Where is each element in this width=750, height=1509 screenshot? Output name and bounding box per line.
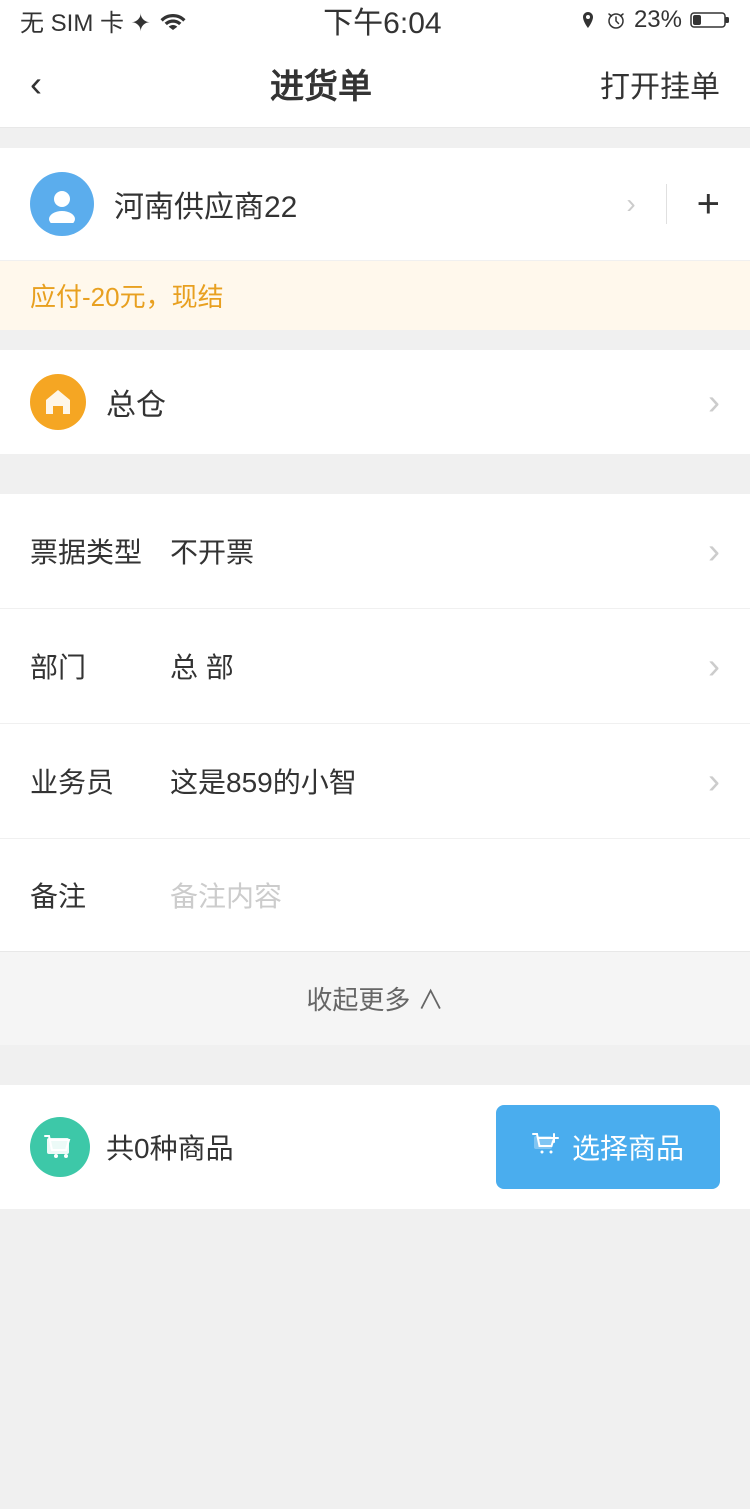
- notice-text: 应付-20元，现结: [30, 282, 224, 312]
- add-button[interactable]: +: [697, 182, 720, 227]
- signal-text: 无 SIM 卡 ✦: [20, 3, 151, 38]
- battery-text: 23%: [634, 6, 682, 34]
- department-chevron-icon: [708, 645, 720, 687]
- salesperson-value: 这是859的小智: [170, 761, 708, 801]
- open-pending-button[interactable]: 打开挂单: [600, 62, 720, 106]
- section-gap-2: [0, 330, 750, 350]
- warehouse-chevron-icon: [708, 381, 720, 423]
- cart-icon: [43, 1130, 77, 1164]
- remark-input[interactable]: 备注内容: [170, 875, 720, 915]
- supplier-row[interactable]: 河南供应商22 › +: [0, 148, 750, 261]
- house-icon: [42, 386, 74, 418]
- person-icon: [43, 185, 81, 223]
- warehouse-icon-wrap: [30, 374, 86, 430]
- collapse-section: 收起更多 ∧: [0, 951, 750, 1045]
- alarm-icon: [606, 10, 626, 30]
- select-product-label: 选择商品: [572, 1127, 684, 1167]
- department-row[interactable]: 部门 总 部: [0, 609, 750, 724]
- invoice-type-value: 不开票: [170, 531, 708, 571]
- invoice-type-row[interactable]: 票据类型 不开票: [0, 494, 750, 609]
- section-gap-4: [0, 1045, 750, 1065]
- section-gap-3: [0, 454, 750, 474]
- warehouse-row[interactable]: 总仓: [0, 350, 750, 454]
- select-product-button[interactable]: 选择商品: [496, 1105, 720, 1189]
- back-button[interactable]: ‹: [30, 63, 42, 105]
- supplier-chevron-icon: ›: [626, 188, 635, 220]
- section-gap-1: [0, 128, 750, 148]
- product-icon-wrap: [30, 1117, 90, 1177]
- select-cart-icon: [532, 1130, 560, 1158]
- product-count: 共0种商品: [106, 1127, 496, 1167]
- supplier-section: 河南供应商22 › + 应付-20元，现结: [0, 148, 750, 330]
- remark-row[interactable]: 备注 备注内容: [0, 839, 750, 951]
- warehouse-section: 总仓: [0, 350, 750, 454]
- cart-add-icon: [532, 1130, 560, 1165]
- divider: [666, 184, 667, 224]
- battery-icon: [690, 10, 730, 30]
- status-right: 23%: [578, 6, 730, 34]
- collapse-button[interactable]: 收起更多 ∧: [306, 985, 443, 1015]
- supplier-avatar: [30, 172, 94, 236]
- salesperson-chevron-icon: [708, 760, 720, 802]
- department-value: 总 部: [170, 646, 708, 686]
- product-bar: 共0种商品 选择商品: [0, 1085, 750, 1209]
- status-left: 无 SIM 卡 ✦: [20, 3, 187, 38]
- supplier-name: 河南供应商22: [114, 182, 626, 226]
- status-time: 下午6:04: [323, 0, 441, 42]
- invoice-type-chevron-icon: [708, 530, 720, 572]
- salesperson-row[interactable]: 业务员 这是859的小智: [0, 724, 750, 839]
- location-icon: [578, 10, 598, 30]
- nav-bar: ‹ 进货单 打开挂单: [0, 40, 750, 128]
- form-section: 票据类型 不开票 部门 总 部 业务员 这是859的小智 备注 备注内容: [0, 494, 750, 951]
- salesperson-label: 业务员: [30, 761, 170, 801]
- invoice-type-label: 票据类型: [30, 531, 170, 571]
- notice-bar: 应付-20元，现结: [0, 261, 750, 330]
- warehouse-name: 总仓: [106, 380, 708, 424]
- department-label: 部门: [30, 646, 170, 686]
- status-bar: 无 SIM 卡 ✦ 下午6:04 23%: [0, 0, 750, 40]
- wifi-icon: [159, 10, 187, 30]
- page-title: 进货单: [270, 59, 372, 108]
- remark-label: 备注: [30, 875, 170, 915]
- rest-area: [0, 1209, 750, 1509]
